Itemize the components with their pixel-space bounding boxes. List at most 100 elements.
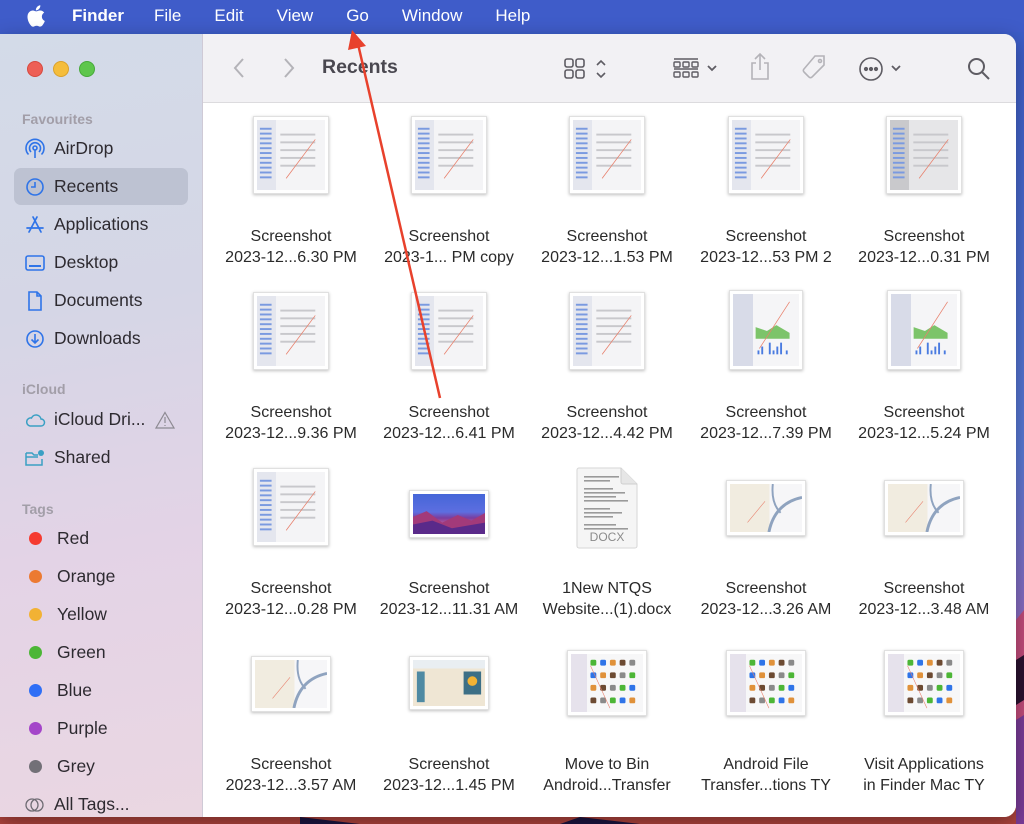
group-by-icon — [673, 58, 717, 78]
group-by-button[interactable] — [672, 56, 722, 82]
apple-menu-icon[interactable] — [26, 5, 52, 27]
file-thumbnail — [726, 650, 806, 716]
tag-dot-icon — [29, 532, 42, 545]
menu-go[interactable]: Go — [346, 6, 369, 26]
menu-bar: Finder File Edit View Go Window Help — [0, 0, 1024, 32]
docx-badge: DOCX — [590, 530, 625, 544]
file-name-line2: in Finder Mac TY — [863, 777, 985, 794]
sidebar-item-desktop[interactable]: Desktop — [14, 244, 188, 281]
file-name-line1: Visit Applications — [864, 756, 984, 773]
file-thumbnail — [411, 292, 487, 370]
sidebar-item-downloads[interactable]: Downloads — [14, 320, 188, 357]
file-name: Screenshot 2023-12...5.24 PM — [845, 402, 1003, 444]
thumbnail-image — [730, 484, 802, 532]
menu-file[interactable]: File — [154, 6, 181, 26]
sidebar-item-label: iCloud Dri... — [54, 409, 146, 429]
file-name: Screenshot 2023-12...0.31 PM — [845, 226, 1003, 268]
minimize-button[interactable] — [53, 61, 69, 77]
file-grid: Screenshot 2023-12...6.30 PM Screenshot 202… — [204, 104, 1016, 817]
desktop-icon — [24, 252, 46, 274]
file-name-line1: Android File — [723, 756, 809, 773]
menu-view[interactable]: View — [277, 6, 314, 26]
sidebar-item-icloud-drive[interactable]: iCloud Dri... — [14, 401, 188, 438]
thumbnail-image — [255, 660, 327, 708]
sidebar-item-documents[interactable]: Documents — [14, 282, 188, 319]
file-name: Screenshot 2023-12...9.36 PM — [212, 402, 370, 444]
tags-header: Tags — [22, 501, 54, 517]
sidebar-tag-red[interactable]: Red — [14, 520, 188, 557]
thumbnail-image — [415, 296, 483, 366]
sidebar-item-shared[interactable]: Shared — [14, 439, 188, 476]
file-name-line1: Screenshot — [408, 404, 490, 421]
tag-dot-icon — [29, 608, 42, 621]
thumbnail-image — [888, 654, 960, 712]
sidebar-item-applications[interactable]: Applications — [14, 206, 188, 243]
sidebar-item-label: Yellow — [57, 604, 107, 624]
file-thumbnail — [886, 116, 962, 194]
file-name: Screenshot 2023-12...3.57 AM — [212, 754, 370, 796]
close-button[interactable] — [27, 61, 43, 77]
file-name-line1: Screenshot — [566, 404, 648, 421]
sidebar-item-label: AirDrop — [54, 138, 114, 158]
file-name-line1: Screenshot — [250, 756, 332, 773]
search-button[interactable] — [966, 56, 992, 82]
file-name-line2: 2023-1... PM copy — [384, 249, 514, 266]
file-name-line2: 2023-12...1.53 PM — [541, 249, 673, 266]
menu-finder[interactable]: Finder — [72, 6, 124, 26]
file-name-line2: 2023-12...9.36 PM — [225, 425, 357, 442]
sidebar-tag-purple[interactable]: Purple — [14, 710, 188, 747]
tag-dot-icon — [29, 760, 42, 773]
more-actions-button[interactable] — [858, 55, 906, 83]
file-name-line2: 2023-12...6.41 PM — [383, 425, 515, 442]
tag-dot-icon — [29, 570, 42, 583]
thumbnail-image — [733, 294, 799, 366]
file-thumbnail — [409, 490, 489, 538]
file-name: Move to Bin Android...Transfer — [528, 754, 686, 796]
cloud-icon — [24, 409, 46, 431]
file-name: Screenshot 2023-12...1.53 PM — [528, 226, 686, 268]
clock-icon — [24, 176, 46, 198]
maximize-button[interactable] — [79, 61, 95, 77]
file-name-line1: Screenshot — [250, 404, 332, 421]
back-button[interactable] — [231, 56, 247, 80]
sidebar-tag-blue[interactable]: Blue — [14, 672, 188, 709]
file-name: 1New NTQS Website...(1).docx — [528, 578, 686, 620]
file-name-line1: Screenshot — [408, 580, 490, 597]
share-button[interactable] — [749, 52, 771, 82]
file-name: Screenshot 2023-12...7.39 PM — [687, 402, 845, 444]
sidebar-tag-grey[interactable]: Grey — [14, 748, 188, 785]
file-name-line2: 2023-12...6.30 PM — [225, 249, 357, 266]
thumbnail-image — [732, 120, 800, 190]
sidebar-item-airdrop[interactable]: AirDrop — [14, 130, 188, 167]
menu-window[interactable]: Window — [402, 6, 462, 26]
search-icon — [968, 58, 990, 80]
sidebar-all-tags[interactable]: All Tags... — [14, 786, 188, 817]
sidebar-tag-orange[interactable]: Orange — [14, 558, 188, 595]
finder-window: Favourites AirDrop Recents Applications … — [0, 34, 1016, 817]
file-thumbnail — [251, 656, 331, 712]
file-name-line2: Android...Transfer — [543, 777, 671, 794]
file-name-line2: 2023-12...5.24 PM — [858, 425, 990, 442]
sidebar-tag-green[interactable]: Green — [14, 634, 188, 671]
favourites-header: Favourites — [22, 111, 93, 127]
file-name-line2: 2023-12...1.45 PM — [383, 777, 515, 794]
tag-button[interactable] — [800, 53, 828, 81]
file-thumbnail — [726, 480, 806, 536]
forward-button[interactable] — [281, 56, 297, 80]
file-name: Screenshot 2023-1... PM copy — [370, 226, 528, 268]
sidebar-item-label: Blue — [57, 680, 93, 700]
file-thumbnail — [253, 468, 329, 546]
document-icon — [24, 290, 46, 312]
sidebar-item-recents[interactable]: Recents — [14, 168, 188, 205]
sidebar-tag-yellow[interactable]: Yellow — [14, 596, 188, 633]
file-thumbnail — [253, 292, 329, 370]
file-name-line1: Move to Bin — [564, 756, 650, 773]
view-mode-button[interactable] — [563, 56, 607, 82]
shared-folder-icon — [24, 447, 46, 469]
sidebar: Favourites AirDrop Recents Applications … — [0, 34, 203, 817]
menu-edit[interactable]: Edit — [214, 6, 243, 26]
thumbnail-image — [257, 296, 325, 366]
warning-icon[interactable] — [155, 410, 176, 429]
menu-help[interactable]: Help — [495, 6, 530, 26]
window-title: Recents — [322, 56, 398, 78]
